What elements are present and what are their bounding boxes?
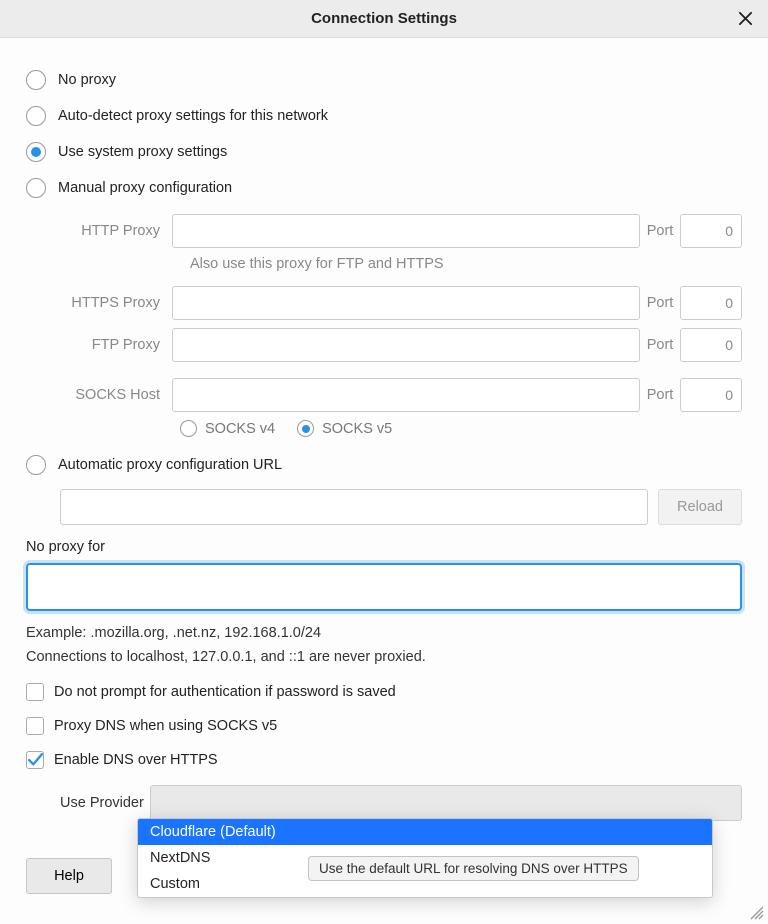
socks-host-label: SOCKS Host xyxy=(60,387,172,403)
http-proxy-input[interactable] xyxy=(172,214,640,248)
close-icon[interactable] xyxy=(736,10,754,28)
proxy-mode-use-system[interactable]: Use system proxy settings xyxy=(26,142,742,162)
no-proxy-example: Example: .mozilla.org, .net.nz, 192.168.… xyxy=(26,625,742,641)
no-proxy-note: Connections to localhost, 127.0.0.1, and… xyxy=(26,649,742,665)
proxy-dns-checkbox-label: Proxy DNS when using SOCKS v5 xyxy=(54,718,277,734)
provider-option-cloudflare[interactable]: Cloudflare (Default) xyxy=(138,819,712,845)
socks-port-input[interactable] xyxy=(680,378,742,412)
ftp-proxy-row: FTP Proxy Port xyxy=(60,328,742,362)
radio-label: Manual proxy configuration xyxy=(58,180,232,196)
https-port-input[interactable] xyxy=(680,286,742,320)
proxy-mode-manual[interactable]: Manual proxy configuration xyxy=(26,178,742,198)
http-proxy-label: HTTP Proxy xyxy=(60,223,172,239)
auto-config-url-input[interactable] xyxy=(60,489,648,525)
ftp-proxy-input[interactable] xyxy=(172,328,640,362)
checkbox-icon[interactable] xyxy=(26,717,44,735)
radio-icon[interactable] xyxy=(26,106,46,126)
https-proxy-row: HTTPS Proxy Port xyxy=(60,286,742,320)
http-proxy-row: HTTP Proxy Port xyxy=(60,214,742,248)
http-port-input[interactable] xyxy=(680,214,742,248)
https-proxy-input[interactable] xyxy=(172,286,640,320)
proxy-mode-auto-detect[interactable]: Auto-detect proxy settings for this netw… xyxy=(26,106,742,126)
port-label: Port xyxy=(640,387,680,403)
manual-proxy-group: HTTP Proxy Port Also use this proxy for … xyxy=(60,214,742,437)
also-use-proxy-row[interactable]: Also use this proxy for FTP and HTTPS xyxy=(180,256,742,272)
ftp-proxy-label: FTP Proxy xyxy=(60,337,172,353)
content-area: No proxy Auto-detect proxy settings for … xyxy=(0,38,768,841)
tooltip: Use the default URL for resolving DNS ov… xyxy=(308,856,639,881)
port-label: Port xyxy=(640,337,680,353)
radio-label: No proxy xyxy=(58,72,116,88)
socks-host-row: SOCKS Host Port xyxy=(60,378,742,412)
https-proxy-label: HTTPS Proxy xyxy=(60,295,172,311)
ftp-port-input[interactable] xyxy=(680,328,742,362)
reload-button[interactable]: Reload xyxy=(658,489,742,525)
radio-icon[interactable] xyxy=(26,142,46,162)
proxy-dns-checkbox-row[interactable]: Proxy DNS when using SOCKS v5 xyxy=(26,717,742,735)
port-label: Port xyxy=(640,295,680,311)
radio-label: Automatic proxy configuration URL xyxy=(58,457,282,473)
no-proxy-for-input[interactable] xyxy=(26,563,742,611)
auth-checkbox-row[interactable]: Do not prompt for authentication if pass… xyxy=(26,683,742,701)
proxy-mode-no-proxy[interactable]: No proxy xyxy=(26,70,742,90)
also-use-proxy-label: Also use this proxy for FTP and HTTPS xyxy=(190,256,444,272)
socks-v4-radio[interactable] xyxy=(180,420,197,437)
dialog-title: Connection Settings xyxy=(311,10,457,27)
radio-label: Auto-detect proxy settings for this netw… xyxy=(58,108,328,124)
titlebar: Connection Settings xyxy=(0,0,768,38)
socks-v4-label: SOCKS v4 xyxy=(205,421,275,437)
provider-label: Use Provider xyxy=(60,795,150,811)
radio-label: Use system proxy settings xyxy=(58,144,227,160)
port-label: Port xyxy=(640,223,680,239)
radio-icon[interactable] xyxy=(26,455,46,475)
doh-checkbox-row[interactable]: Enable DNS over HTTPS xyxy=(26,751,742,769)
checkbox-icon[interactable] xyxy=(26,683,44,701)
provider-select[interactable] xyxy=(150,785,742,821)
proxy-mode-auto-url[interactable]: Automatic proxy configuration URL xyxy=(26,455,742,475)
no-proxy-for-label: No proxy for xyxy=(26,539,742,555)
socks-v5-radio[interactable] xyxy=(297,420,314,437)
help-button[interactable]: Help xyxy=(26,858,112,894)
checkbox-icon[interactable] xyxy=(26,751,44,769)
doh-checkbox-label: Enable DNS over HTTPS xyxy=(54,752,218,768)
provider-row: Use Provider xyxy=(60,785,742,821)
socks-v5-label: SOCKS v5 xyxy=(322,421,392,437)
socks-version-row: SOCKS v4 SOCKS v5 xyxy=(180,420,742,437)
auto-url-group: Reload xyxy=(60,489,742,525)
radio-icon[interactable] xyxy=(26,70,46,90)
auth-checkbox-label: Do not prompt for authentication if pass… xyxy=(54,684,396,700)
socks-host-input[interactable] xyxy=(172,378,640,412)
radio-icon[interactable] xyxy=(26,178,46,198)
resize-grip-icon[interactable] xyxy=(750,906,764,920)
